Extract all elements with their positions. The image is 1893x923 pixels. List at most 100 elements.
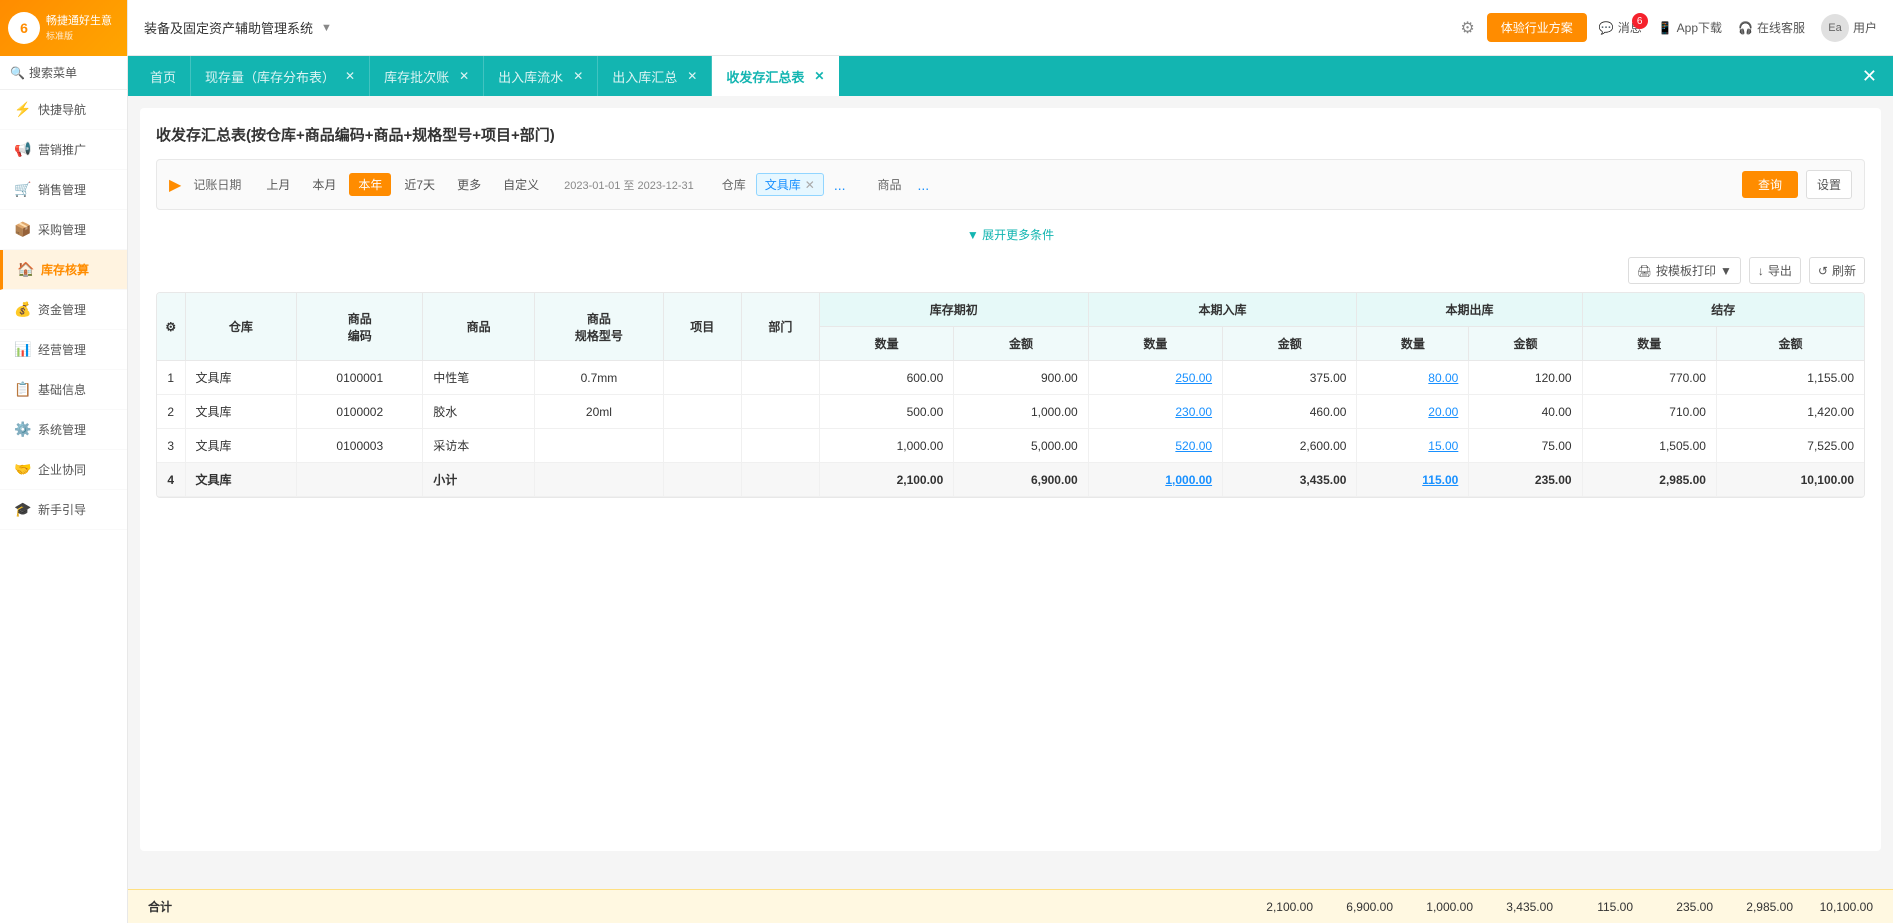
cell-out-qty[interactable]: 20.00 bbox=[1357, 395, 1469, 429]
cell-in-qty[interactable]: 230.00 bbox=[1088, 395, 1222, 429]
sidebar-item-inventory[interactable]: 🏠 库存核算 bbox=[0, 250, 127, 290]
warehouse-more[interactable]: ... bbox=[834, 177, 846, 193]
topbar-dropdown[interactable]: ▼ bbox=[321, 22, 332, 34]
cell-end-qty: 710.00 bbox=[1582, 395, 1716, 429]
table-row: 3 文具库 0100003 采访本 1,000.00 5,000.00 520.… bbox=[157, 429, 1864, 463]
cell-no: 3 bbox=[157, 429, 185, 463]
footer-init-amt: 6,900.00 bbox=[1313, 900, 1393, 914]
tab-home[interactable]: 首页 bbox=[136, 56, 191, 96]
cell-code: 0100001 bbox=[297, 361, 423, 395]
close-tab-stock-dist[interactable]: ✕ bbox=[345, 69, 355, 83]
online-service-btn[interactable]: 🎧 在线客服 bbox=[1738, 19, 1805, 36]
tab-inout-flow[interactable]: 出入库流水 ✕ bbox=[484, 56, 598, 96]
cell-end-amt: 1,155.00 bbox=[1716, 361, 1864, 395]
th-init-amt: 金额 bbox=[954, 327, 1088, 361]
expand-more-btn[interactable]: ▼ 展开更多条件 bbox=[156, 220, 1865, 249]
close-tab-inout-flow[interactable]: ✕ bbox=[573, 69, 583, 83]
close-tab-inout-summary[interactable]: ✕ bbox=[687, 69, 697, 83]
th-settings-icon[interactable]: ⚙ bbox=[157, 293, 185, 361]
sidebar-item-purchase[interactable]: 📦 采购管理 bbox=[0, 210, 127, 250]
marketing-icon: 📢 bbox=[14, 141, 30, 158]
th-end-qty: 数量 bbox=[1582, 327, 1716, 361]
cell-in-qty[interactable]: 520.00 bbox=[1088, 429, 1222, 463]
sidebar-nav: ⚡ 快捷导航 📢 营销推广 🛒 销售管理 📦 采购管理 🏠 库存核算 💰 资金管… bbox=[0, 90, 127, 923]
th-dept: 部门 bbox=[741, 293, 819, 361]
export-btn[interactable]: ↓ 导出 bbox=[1749, 257, 1801, 284]
sidebar-item-corp[interactable]: 🤝 企业协同 bbox=[0, 450, 127, 490]
user-profile-btn[interactable]: Ea 用户 bbox=[1821, 14, 1877, 42]
footer-total: 合计 2,100.00 6,900.00 1,000.00 3,435.00 1… bbox=[128, 889, 1893, 923]
remove-warehouse-tag[interactable]: ✕ bbox=[805, 178, 815, 192]
cell-end-amt: 1,420.00 bbox=[1716, 395, 1864, 429]
sidebar-item-quick-nav[interactable]: ⚡ 快捷导航 bbox=[0, 90, 127, 130]
cell-project bbox=[663, 361, 741, 395]
cell-out-amt: 120.00 bbox=[1469, 361, 1582, 395]
date-btn-this-year[interactable]: 本年 bbox=[349, 173, 391, 196]
message-badge: 6 bbox=[1632, 13, 1648, 29]
cell-in-qty[interactable]: 250.00 bbox=[1088, 361, 1222, 395]
date-btn-last-month[interactable]: 上月 bbox=[257, 173, 299, 196]
date-btn-custom[interactable]: 自定义 bbox=[494, 173, 548, 196]
date-btn-7days[interactable]: 近7天 bbox=[395, 173, 444, 196]
toolbar-right: 🖨 按模板打印 ▼ ↓ 导出 ↺ 刷新 bbox=[1628, 257, 1865, 284]
setting-button[interactable]: 设置 bbox=[1806, 170, 1852, 199]
tab-inout-summary[interactable]: 出入库汇总 ✕ bbox=[598, 56, 712, 96]
warehouse-tag[interactable]: 文具库 ✕ bbox=[756, 173, 824, 196]
page-content: 收发存汇总表(按仓库+商品编码+商品+规格型号+项目+部门) ▶ 记账日期 上月… bbox=[128, 96, 1893, 923]
close-all-tabs[interactable]: ✕ bbox=[1854, 66, 1885, 87]
sidebar-search[interactable]: 🔍 搜索菜单 bbox=[0, 56, 127, 90]
sidebar-item-finance[interactable]: 💰 资金管理 bbox=[0, 290, 127, 330]
sidebar-item-basic[interactable]: 📋 基础信息 bbox=[0, 370, 127, 410]
close-tab-batch[interactable]: ✕ bbox=[459, 69, 469, 83]
cell-end-qty: 770.00 bbox=[1582, 361, 1716, 395]
app-download-btn[interactable]: 📱 App下载 bbox=[1658, 19, 1722, 36]
print-btn[interactable]: 🖨 按模板打印 ▼ bbox=[1628, 257, 1741, 284]
experience-btn[interactable]: 体验行业方案 bbox=[1487, 13, 1587, 42]
cell-code: 0100003 bbox=[297, 429, 423, 463]
cell-goods: 采访本 bbox=[423, 429, 535, 463]
date-btn-more[interactable]: 更多 bbox=[448, 173, 490, 196]
sidebar-item-newbie[interactable]: 🎓 新手引导 bbox=[0, 490, 127, 530]
main-content: 装备及固定资产辅助管理系统 ▼ ⚙ 体验行业方案 💬 消息 6 📱 App下载 … bbox=[128, 0, 1893, 923]
cell-dept bbox=[741, 361, 819, 395]
tab-batch[interactable]: 库存批次账 ✕ bbox=[370, 56, 484, 96]
sidebar-item-operation[interactable]: 📊 经营管理 bbox=[0, 330, 127, 370]
sub-init-amt: 6,900.00 bbox=[954, 463, 1088, 497]
th-warehouse: 仓库 bbox=[185, 293, 297, 361]
query-button[interactable]: 查询 bbox=[1742, 171, 1798, 198]
cell-out-amt: 40.00 bbox=[1469, 395, 1582, 429]
th-in-qty: 数量 bbox=[1088, 327, 1222, 361]
logo-icon: 6 bbox=[8, 12, 40, 44]
headset-icon: 🎧 bbox=[1738, 21, 1753, 35]
warehouse-filter: 仓库 文具库 ✕ ... bbox=[722, 173, 846, 196]
tab-recv-send-summary[interactable]: 收发存汇总表 ✕ bbox=[712, 56, 839, 96]
settings-icon[interactable]: ⚙ bbox=[1460, 18, 1474, 38]
date-label: 记账日期 bbox=[193, 176, 241, 193]
cell-code: 0100002 bbox=[297, 395, 423, 429]
filter-bar: ▶ 记账日期 上月 本月 本年 近7天 更多 自定义 2023-01-01 至 … bbox=[156, 159, 1865, 210]
goods-more[interactable]: ... bbox=[918, 177, 930, 193]
close-tab-recv-send[interactable]: ✕ bbox=[814, 69, 824, 83]
refresh-icon: ↺ bbox=[1818, 264, 1828, 278]
tab-stock-dist[interactable]: 现存量（库存分布表） ✕ bbox=[191, 56, 370, 96]
date-btn-this-month[interactable]: 本月 bbox=[303, 173, 345, 196]
date-buttons: 上月 本月 本年 近7天 更多 自定义 bbox=[257, 173, 548, 196]
message-btn[interactable]: 💬 消息 6 bbox=[1599, 19, 1642, 36]
refresh-btn[interactable]: ↺ 刷新 bbox=[1809, 257, 1865, 284]
sidebar-item-system[interactable]: ⚙️ 系统管理 bbox=[0, 410, 127, 450]
sidebar-item-marketing[interactable]: 📢 营销推广 bbox=[0, 130, 127, 170]
sub-out-qty[interactable]: 115.00 bbox=[1357, 463, 1469, 497]
filter-expand-icon[interactable]: ▶ bbox=[169, 175, 181, 195]
topbar-right: 💬 消息 6 📱 App下载 🎧 在线客服 Ea 用户 bbox=[1599, 14, 1877, 42]
cell-in-amt: 2,600.00 bbox=[1223, 429, 1357, 463]
cell-init-qty: 600.00 bbox=[819, 361, 953, 395]
sidebar-item-sales[interactable]: 🛒 销售管理 bbox=[0, 170, 127, 210]
sub-dept bbox=[741, 463, 819, 497]
cell-out-qty[interactable]: 15.00 bbox=[1357, 429, 1469, 463]
cell-out-qty[interactable]: 80.00 bbox=[1357, 361, 1469, 395]
sub-in-qty[interactable]: 1,000.00 bbox=[1088, 463, 1222, 497]
footer-end-qty: 2,985.00 bbox=[1713, 900, 1793, 914]
sub-spec bbox=[535, 463, 664, 497]
cell-init-qty: 1,000.00 bbox=[819, 429, 953, 463]
cell-project bbox=[663, 429, 741, 463]
